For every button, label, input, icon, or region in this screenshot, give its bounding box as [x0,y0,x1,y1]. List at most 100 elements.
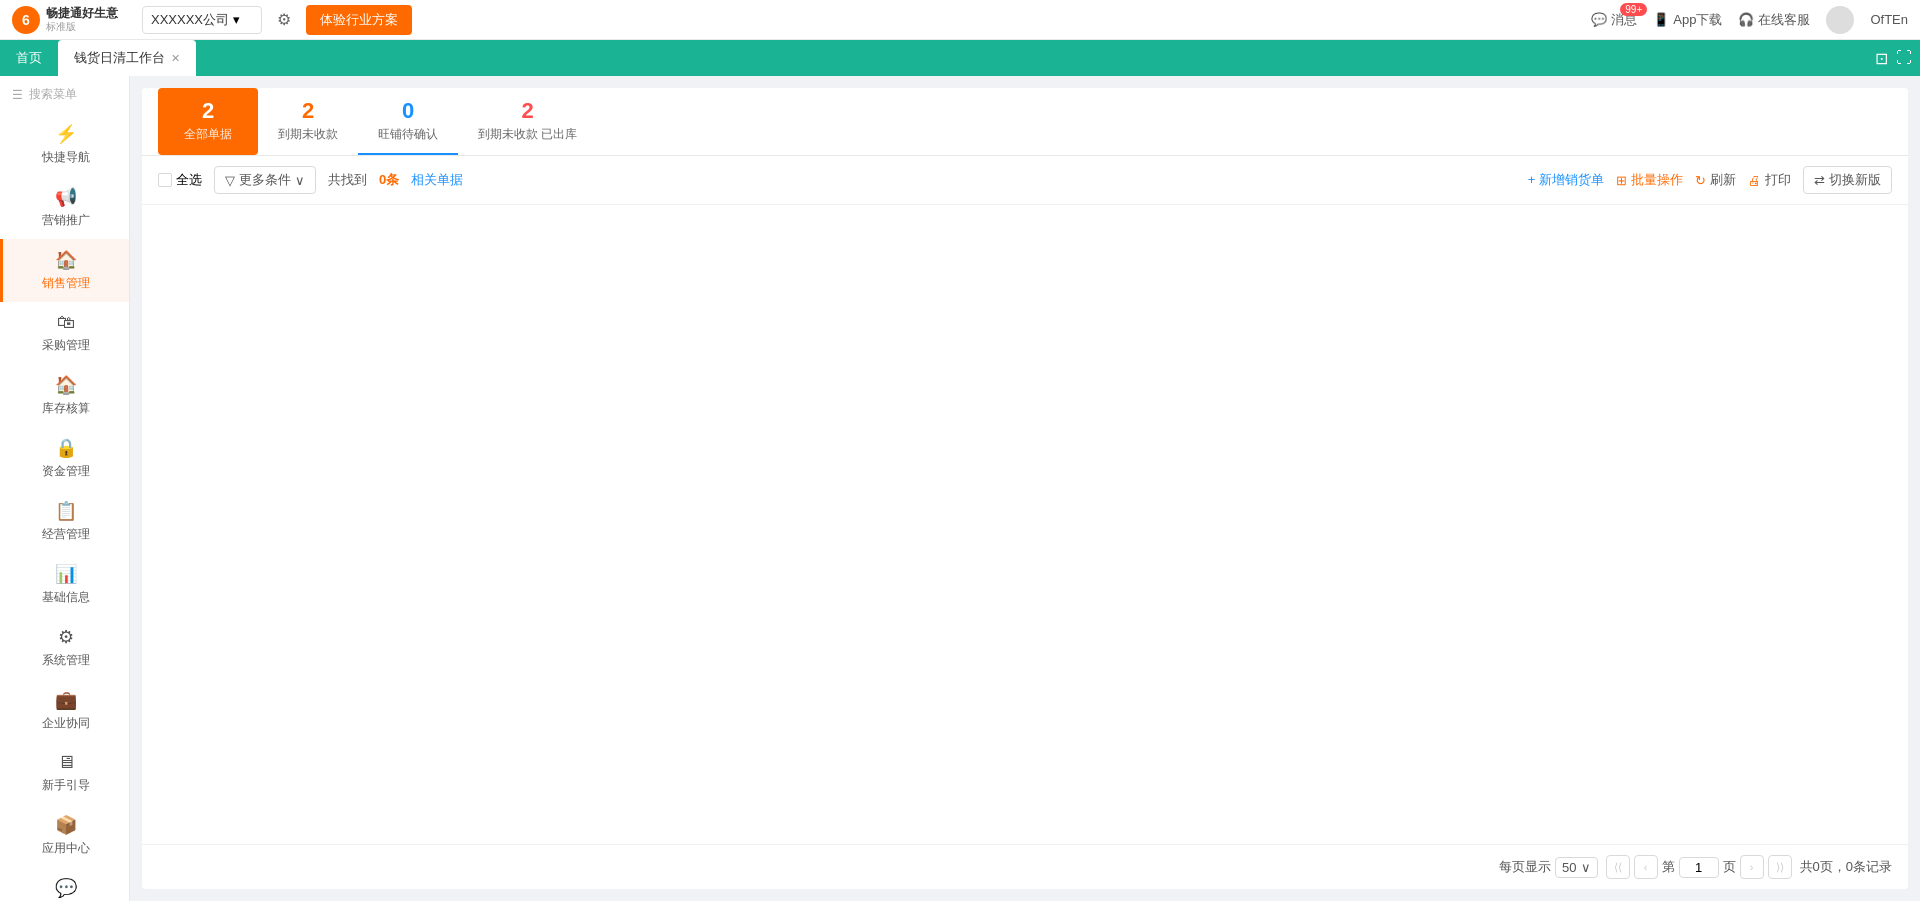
basic-info-icon: 📊 [55,563,77,585]
new-order-button[interactable]: + 新增销货单 [1528,171,1604,189]
page-first-button[interactable]: ⟨⟨ [1606,855,1630,879]
sidebar-item-operations[interactable]: 📋 经营管理 [0,490,129,553]
sidebar-item-sales[interactable]: 🏠 销售管理 [0,239,129,302]
tab-home-label: 首页 [16,49,42,67]
tab-close-icon[interactable]: ✕ [171,52,180,65]
filter-button[interactable]: ▽ 更多条件 ∨ [214,166,316,194]
batch-operation-button[interactable]: ⊞ 批量操作 [1616,171,1683,189]
sidebar-item-inventory[interactable]: 🏠 库存核算 [0,364,129,427]
stat-tab-num-overdue-shipped: 2 [522,98,534,124]
sidebar: ☰ 搜索菜单 ⚡ 快捷导航 📢 营销推广 🏠 销售管理 🛍 采购管理 🏠 库存核… [0,76,130,901]
logo-icon: 6 [12,6,40,34]
sidebar-item-label: 采购管理 [42,337,90,354]
checkbox-input[interactable] [158,173,172,187]
stat-tab-overdue-shipped[interactable]: 2 到期未收款 已出库 [458,88,597,155]
page-size-select[interactable]: 50 ∨ [1555,857,1597,878]
sidebar-item-purchase[interactable]: 🛍 采购管理 [0,302,129,364]
message-icon: 💬 [1591,12,1607,27]
logo-text-main: 畅捷通好生意 [46,6,118,20]
stat-tab-num-wangpu: 0 [402,98,414,124]
select-all-checkbox[interactable]: 全选 [158,171,202,189]
search-icon: ☰ [12,88,23,102]
stat-tab-num-overdue: 2 [302,98,314,124]
cooperation-icon: 💼 [55,689,77,711]
filter-btn-label: 更多条件 [239,171,291,189]
sidebar-item-cooperation[interactable]: 💼 企业协同 [0,679,129,742]
sidebar-item-system[interactable]: ⚙ 系统管理 [0,616,129,679]
avatar-name: OfTEn [1870,12,1908,27]
refresh-button[interactable]: ↻ 刷新 [1695,171,1736,189]
guide-icon: 🖥 [57,752,75,773]
sidebar-item-finance[interactable]: 🔒 资金管理 [0,427,129,490]
sidebar-item-app-center[interactable]: 📦 应用中心 [0,804,129,867]
sidebar-item-label: 企业协同 [42,715,90,732]
chevron-down-icon: ▾ [233,12,240,27]
messages-button[interactable]: 💬 消息 99+ [1591,11,1637,29]
stat-tab-wangpu[interactable]: 0 旺铺待确认 [358,88,458,155]
tab-workbench-label: 钱货日清工作台 [74,49,165,67]
sidebar-item-guide[interactable]: 🖥 新手引导 [0,742,129,804]
sidebar-item-label: 快捷导航 [42,149,90,166]
sidebar-item-wecom[interactable]: 💬 企业微信 [0,867,129,901]
stat-tab-label-overdue: 到期未收款 [278,126,338,143]
logo: 6 畅捷通好生意 标准版 [12,6,142,34]
page-total-info: 共0页，0条记录 [1800,858,1892,876]
stat-tab-label-overdue-shipped: 到期未收款 已出库 [478,126,577,143]
tab-home[interactable]: 首页 [0,40,58,76]
sidebar-item-label: 资金管理 [42,463,90,480]
sidebar-item-label: 库存核算 [42,400,90,417]
switch-version-button[interactable]: ⇄ 切换新版 [1803,166,1892,194]
online-service-label: 在线客服 [1758,11,1810,29]
settings-button[interactable]: ⚙ [270,6,298,34]
page-last-button[interactable]: ⟩⟩ [1768,855,1792,879]
list-area [142,205,1908,844]
header: 6 畅捷通好生意 标准版 XXXXXX公司 ▾ ⚙ 体验行业方案 💬 消息 99… [0,0,1920,40]
restore-icon[interactable]: ⊡ [1875,49,1888,68]
page-size-chevron: ∨ [1581,860,1591,875]
print-button[interactable]: 🖨 打印 [1748,171,1791,189]
page-number-input[interactable] [1679,857,1719,878]
switch-btn-label: 切换新版 [1829,171,1881,189]
trial-button[interactable]: 体验行业方案 [306,5,412,35]
pagination: 每页显示 50 ∨ ⟨⟨ ‹ 第 页 › ⟩⟩ 共0页，0条记录 [142,844,1908,889]
sidebar-item-label: 销售管理 [42,275,90,292]
print-btn-label: 打印 [1765,171,1791,189]
stat-tab-num-all: 2 [202,98,214,124]
online-service-button[interactable]: 🎧 在线客服 [1738,11,1810,29]
fullscreen-icon[interactable]: ⛶ [1896,49,1912,67]
related-orders-link[interactable]: 相关单据 [411,171,463,189]
system-icon: ⚙ [58,626,74,648]
stat-tab-overdue[interactable]: 2 到期未收款 [258,88,358,155]
app-download-label: App下载 [1673,11,1722,29]
company-selector[interactable]: XXXXXX公司 ▾ [142,6,262,34]
sidebar-item-label: 应用中心 [42,840,90,857]
app-center-icon: 📦 [55,814,77,836]
page-next-button[interactable]: › [1740,855,1764,879]
avatar[interactable] [1826,6,1854,34]
page-prev-button[interactable]: ‹ [1634,855,1658,879]
found-text-prefix: 共找到 [328,171,367,189]
company-name: XXXXXX公司 [151,11,229,29]
tab-workbench[interactable]: 钱货日清工作台 ✕ [58,40,196,76]
finance-icon: 🔒 [55,437,77,459]
toolbar: 全选 ▽ 更多条件 ∨ 共找到 0条 相关单据 + 新增销货单 ⊞ 批量操作 [142,156,1908,205]
switch-icon: ⇄ [1814,173,1825,188]
sidebar-item-search[interactable]: ☰ 搜索菜单 [0,76,129,113]
stat-tab-all[interactable]: 2 全部单据 [158,88,258,155]
sidebar-item-basic-info[interactable]: 📊 基础信息 [0,553,129,616]
stat-tab-label-wangpu: 旺铺待确认 [378,126,438,143]
chevron-down-icon: ∨ [295,173,305,188]
select-all-label: 全选 [176,171,202,189]
content-area: 2 全部单据 2 到期未收款 0 旺铺待确认 2 到期未收款 已出库 [130,76,1920,901]
sidebar-item-quick-nav[interactable]: ⚡ 快捷导航 [0,113,129,176]
page-suffix: 页 [1723,858,1736,876]
batch-icon: ⊞ [1616,173,1627,188]
tab-bar: 首页 钱货日清工作台 ✕ ⊡ ⛶ [0,40,1920,76]
stats-tabs: 2 全部单据 2 到期未收款 0 旺铺待确认 2 到期未收款 已出库 [142,88,1908,156]
main-layout: ☰ 搜索菜单 ⚡ 快捷导航 📢 营销推广 🏠 销售管理 🛍 采购管理 🏠 库存核… [0,76,1920,901]
app-download-button[interactable]: 📱 App下载 [1653,11,1722,29]
purchase-icon: 🛍 [57,312,75,333]
wecom-icon: 💬 [55,877,77,899]
sidebar-item-marketing[interactable]: 📢 营销推广 [0,176,129,239]
new-order-label: + 新增销货单 [1528,171,1604,189]
